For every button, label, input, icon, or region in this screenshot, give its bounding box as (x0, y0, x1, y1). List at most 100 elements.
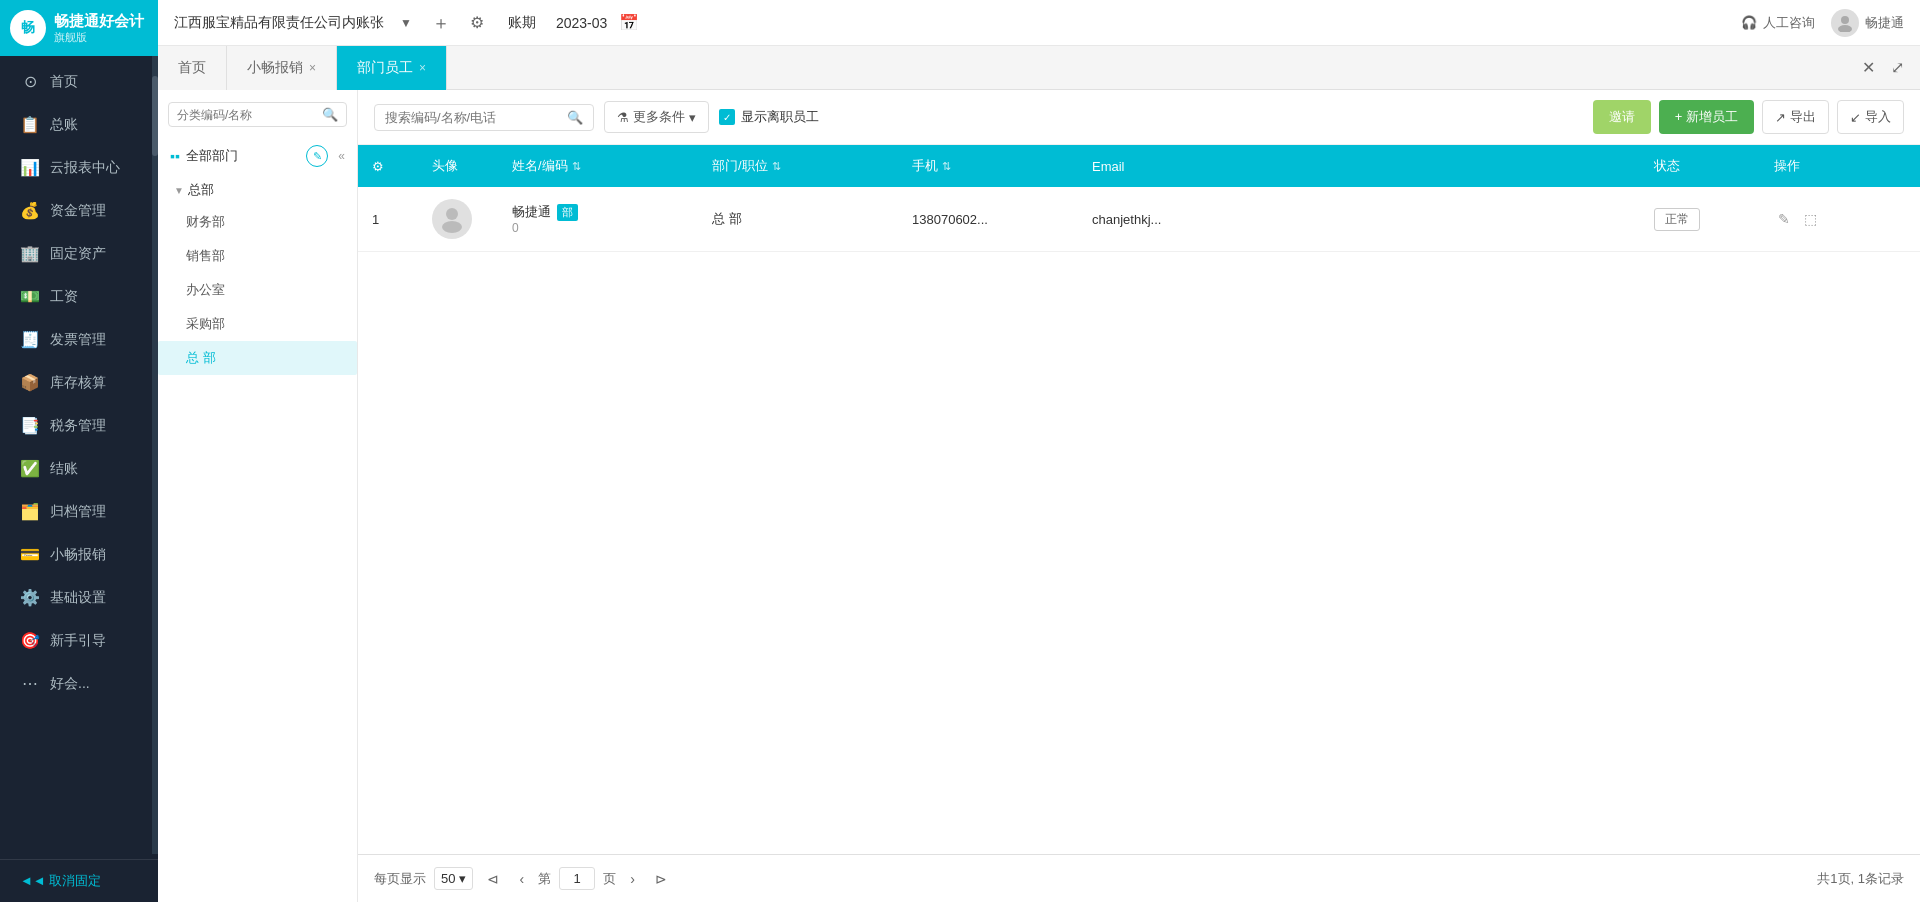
td-name-code: 畅捷通 部 0 (498, 191, 698, 247)
edit-button[interactable]: ✎ (1774, 209, 1794, 229)
settings-button[interactable]: ⚙ (466, 13, 488, 32)
sidebar-label-payroll: 工资 (50, 288, 78, 306)
employee-search-box[interactable]: 🔍 (374, 104, 594, 131)
tab-xiaochang[interactable]: 小畅报销 × (227, 46, 337, 90)
sidebar-item-more[interactable]: ⋯ 好会... (0, 662, 158, 705)
last-page-button[interactable]: ⊳ (649, 869, 673, 889)
add-company-button[interactable]: ＋ (428, 11, 454, 35)
tab-dept-close[interactable]: × (419, 61, 426, 75)
company-dropdown[interactable]: ▼ (396, 14, 416, 32)
tab-expand-icon[interactable]: ⤢ (1887, 54, 1908, 81)
per-page-label: 每页显示 (374, 870, 426, 888)
main-area: 江西服宝精品有限责任公司内账张 ▼ ＋ ⚙ 账期 2023-03 📅 🎧 人工咨… (158, 0, 1920, 902)
dept-item-purchase[interactable]: 采购部 (158, 307, 357, 341)
dept-item-office[interactable]: 办公室 (158, 273, 357, 307)
th-settings[interactable]: ⚙ (358, 145, 418, 187)
dept-label-general: 总 部 (186, 350, 216, 365)
tab-close-icon[interactable]: ✕ (1858, 54, 1879, 81)
support-button[interactable]: 🎧 人工咨询 (1741, 14, 1815, 32)
archive-icon: 🗂️ (20, 502, 40, 521)
user-menu[interactable]: 畅捷通 (1831, 9, 1904, 37)
sidebar-item-ledger[interactable]: 📋 总账 (0, 103, 158, 146)
dept-search-input[interactable] (177, 108, 318, 122)
dept-item-sales[interactable]: 销售部 (158, 239, 357, 273)
sidebar-item-guide[interactable]: 🎯 新手引导 (0, 619, 158, 662)
dept-group-header[interactable]: ▼ 总部 (158, 175, 357, 205)
first-page-button[interactable]: ⊲ (481, 869, 505, 889)
sidebar-label-basic: 基础设置 (50, 589, 106, 607)
sidebar-item-inventory[interactable]: 📦 库存核算 (0, 361, 158, 404)
tab-bar: 首页 小畅报销 × 部门员工 × ✕ ⤢ (158, 46, 1920, 90)
sidebar-label-assets: 固定资产 (50, 245, 106, 263)
dept-label-finance: 财务部 (186, 214, 225, 229)
sidebar-item-assets[interactable]: 🏢 固定资产 (0, 232, 158, 275)
tab-dept[interactable]: 部门员工 × (337, 46, 447, 90)
table-row: 1 畅捷通 部 0 (358, 187, 1920, 252)
filter-button[interactable]: ⚗ 更多条件 ▾ (604, 101, 709, 133)
sidebar-label-inventory: 库存核算 (50, 374, 106, 392)
capital-icon: 💰 (20, 201, 40, 220)
employee-toolbar: 🔍 ⚗ 更多条件 ▾ ✓ 显示离职员工 邀请 + 新增员工 ↗ 导出 (358, 90, 1920, 145)
td-phone: 138070602... (898, 200, 1078, 239)
next-page-button[interactable]: › (624, 869, 641, 889)
show-resigned-checkbox[interactable]: ✓ (719, 109, 735, 125)
th-actions: 操作 (1760, 145, 1920, 187)
th-phone[interactable]: 手机 ⇅ (898, 145, 1078, 187)
page-input[interactable] (559, 867, 595, 890)
sidebar-item-basic[interactable]: ⚙️ 基础设置 (0, 576, 158, 619)
dept-item-finance[interactable]: 财务部 (158, 205, 357, 239)
tab-xiaochang-close[interactable]: × (309, 61, 316, 75)
search-icon[interactable]: 🔍 (567, 110, 583, 125)
per-page-value: 50 (441, 871, 455, 886)
col-status-label: 状态 (1654, 157, 1680, 175)
svg-point-2 (446, 208, 458, 220)
sidebar-unpin-button[interactable]: ◄◄ 取消固定 (0, 859, 158, 902)
dept-search-icon[interactable]: 🔍 (322, 107, 338, 122)
logout-button[interactable]: ⬚ (1800, 209, 1821, 229)
employee-email: chanjethkj... (1092, 212, 1161, 227)
dept-search-box[interactable]: 🔍 (168, 102, 347, 127)
sidebar-item-archive[interactable]: 🗂️ 归档管理 (0, 490, 158, 533)
more-icon: ⋯ (20, 674, 40, 693)
sidebar-item-home[interactable]: ⊙ 首页 (0, 60, 158, 103)
sidebar-label-invoice: 发票管理 (50, 331, 106, 349)
tax-icon: 📑 (20, 416, 40, 435)
sidebar-item-tax[interactable]: 📑 税务管理 (0, 404, 158, 447)
calendar-icon[interactable]: 📅 (619, 13, 639, 32)
dept-group-head: ▼ 总部 财务部 销售部 办公室 采购部 (158, 175, 357, 375)
sidebar-item-capital[interactable]: 💰 资金管理 (0, 189, 158, 232)
tab-home[interactable]: 首页 (158, 46, 227, 90)
sidebar-item-checkout[interactable]: ✅ 结账 (0, 447, 158, 490)
dept-tree: ▼ 总部 财务部 销售部 办公室 采购部 (158, 175, 357, 375)
per-page-chevron: ▾ (459, 871, 466, 886)
show-resigned-toggle[interactable]: ✓ 显示离职员工 (719, 108, 819, 126)
svg-point-0 (1841, 16, 1849, 24)
header-right: 🎧 人工咨询 畅捷通 (1741, 9, 1904, 37)
assets-icon: 🏢 (20, 244, 40, 263)
sidebar-item-payroll[interactable]: 💵 工资 (0, 275, 158, 318)
export-button[interactable]: ↗ 导出 (1762, 100, 1829, 134)
table-header: ⚙ 头像 姓名/编码 ⇅ 部门/职位 ⇅ 手机 ⇅ (358, 145, 1920, 187)
dept-all-button[interactable]: ▪▪ 全部部门 ✎ « (158, 137, 357, 175)
dept-collapse-button[interactable]: « (338, 149, 345, 163)
th-name-code[interactable]: 姓名/编码 ⇅ (498, 145, 698, 187)
import-button[interactable]: ↙ 导入 (1837, 100, 1904, 134)
employee-search-input[interactable] (385, 110, 561, 125)
sidebar-item-xiaochang[interactable]: 💳 小畅报销 (0, 533, 158, 576)
dept-item-general[interactable]: 总 部 (158, 341, 357, 375)
add-employee-button[interactable]: + 新增员工 (1659, 100, 1754, 134)
td-email: chanjethkj... (1078, 200, 1640, 239)
sort-dept-icon: ⇅ (772, 160, 781, 173)
prev-page-button[interactable]: ‹ (513, 869, 530, 889)
invite-button[interactable]: 邀请 (1593, 100, 1651, 134)
col-actions-label: 操作 (1774, 157, 1800, 175)
td-status: 正常 (1640, 196, 1760, 243)
sidebar-label-home: 首页 (50, 73, 78, 91)
per-page-select[interactable]: 50 ▾ (434, 867, 473, 890)
sidebar-item-reports[interactable]: 📊 云报表中心 (0, 146, 158, 189)
department-panel: 🔍 ▪▪ 全部部门 ✎ « ▼ 总部 财务部 销售部 (158, 90, 358, 902)
sidebar-item-invoice[interactable]: 🧾 发票管理 (0, 318, 158, 361)
dept-edit-button[interactable]: ✎ (306, 145, 328, 167)
period-label: 账期 (508, 14, 536, 32)
th-dept-position[interactable]: 部门/职位 ⇅ (698, 145, 898, 187)
